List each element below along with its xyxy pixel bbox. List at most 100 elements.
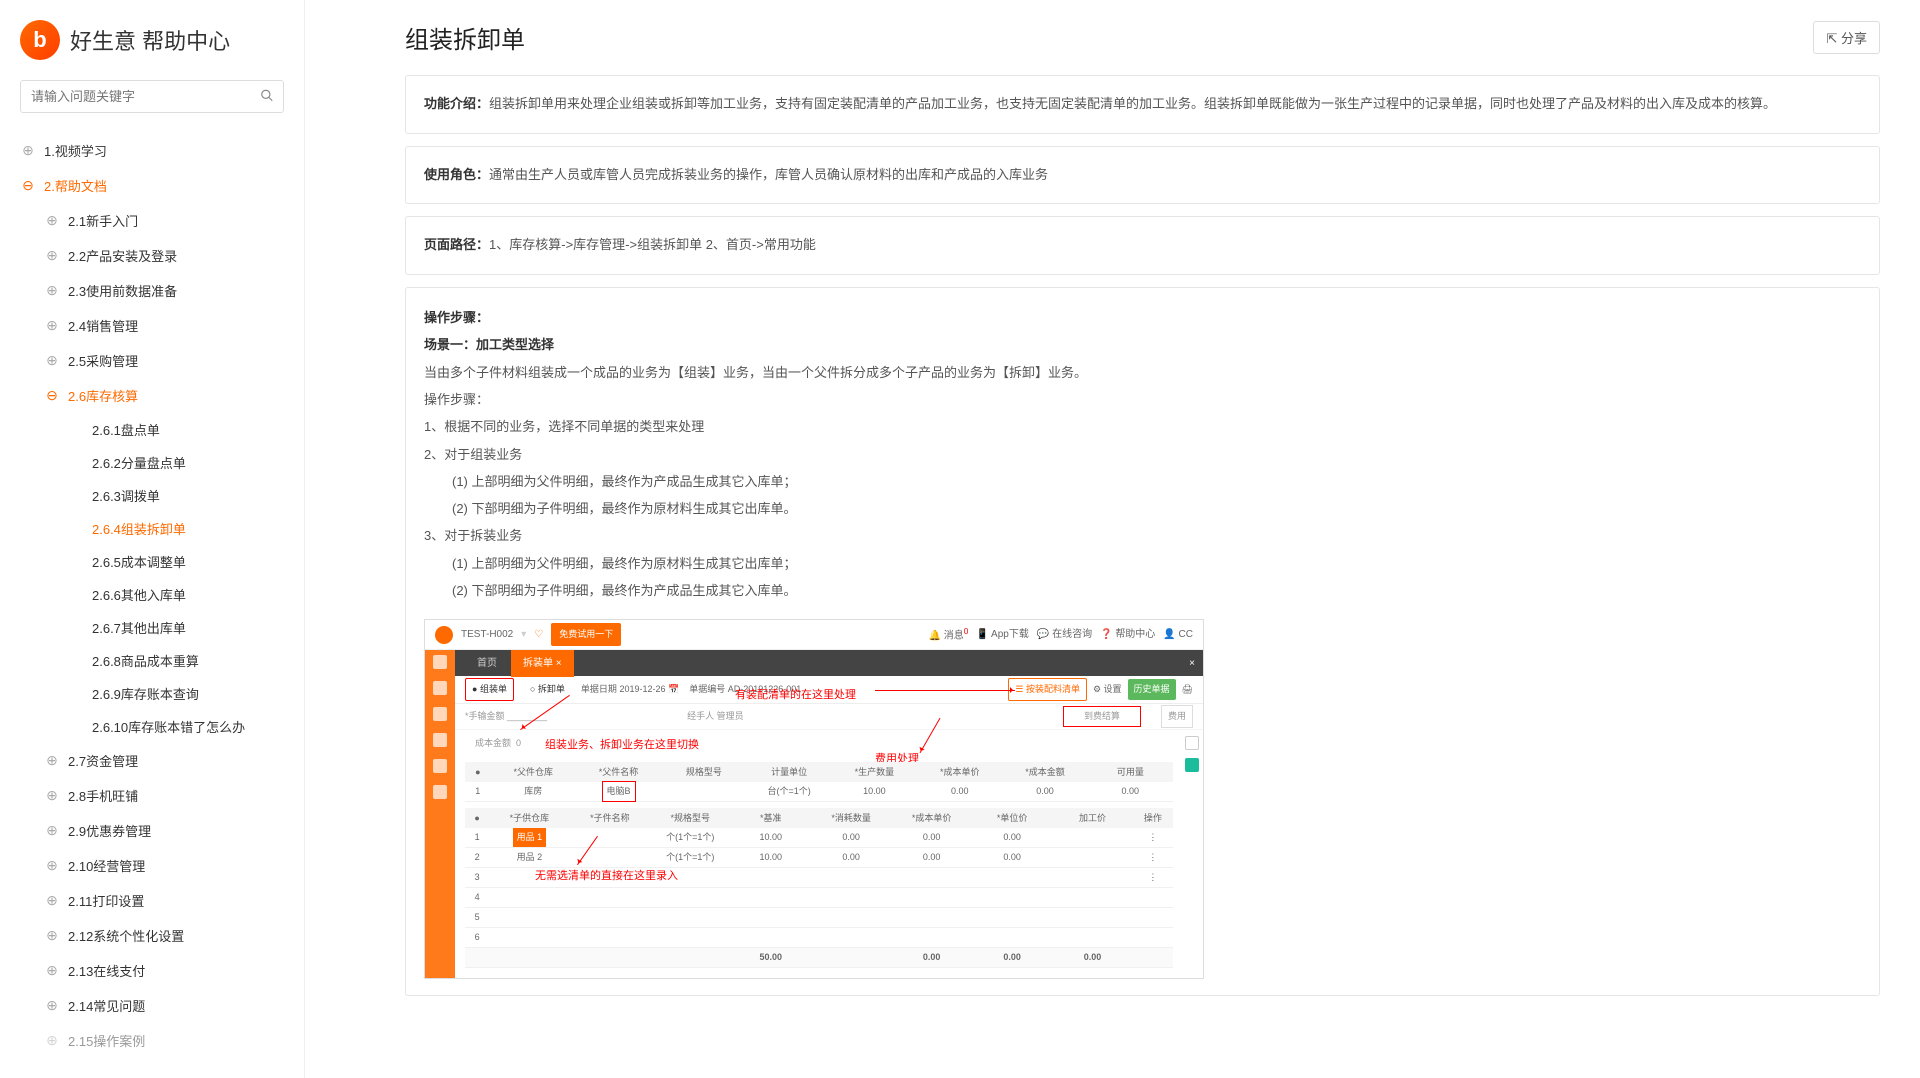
page-title: 组装拆卸单: [405, 20, 525, 55]
ss-nav-icon: [433, 733, 447, 747]
plus-icon: ⊕: [44, 1033, 60, 1049]
ss-fee-field: 到费结算: [1063, 706, 1141, 727]
share-button[interactable]: ⇱ 分享: [1813, 21, 1880, 54]
ss-logo-icon: [435, 626, 453, 644]
plus-icon: ⊕: [44, 998, 60, 1014]
nav-2-10[interactable]: ⊕2.10经营管理: [44, 848, 284, 883]
intro-text: 组装拆卸单用来处理企业组装或拆卸等加工业务，支持有固定装配清单的产品加工业务，也…: [489, 96, 1776, 111]
plus-icon: ⊕: [44, 283, 60, 299]
ss-tab-form: 拆装单 ×: [511, 650, 574, 677]
plus-icon: ⊕: [20, 143, 36, 159]
ss-nav-icon: [433, 785, 447, 799]
nav-2-12[interactable]: ⊕2.12系统个性化设置: [44, 918, 284, 953]
role-label: 使用角色：: [424, 167, 489, 182]
nav-2-4[interactable]: ⊕2.4销售管理: [44, 308, 284, 343]
steps-sub: 操作步骤：: [424, 386, 1861, 413]
intro-label: 功能介绍：: [424, 96, 489, 111]
ss-bom-button: ☰ 按装配料清单: [1008, 678, 1087, 701]
ss-tool-icon: [1185, 758, 1199, 772]
plus-icon: ⊕: [44, 823, 60, 839]
step-3b: (2) 下部明细为子件明细，最终作为产成品生成其它入库单。: [424, 577, 1861, 604]
logo: b 好生意 帮助中心: [20, 20, 284, 60]
nav-2-9[interactable]: ⊕2.9优惠券管理: [44, 813, 284, 848]
step-3a: (1) 上部明细为父件明细，最终作为原材料生成其它出库单；: [424, 550, 1861, 577]
search-icon[interactable]: [260, 88, 274, 105]
path-text: 1、库存核算->库存管理->组装拆卸单 2、首页->常用功能: [489, 237, 816, 252]
ss-nav-icon: [433, 681, 447, 695]
nav-2-6[interactable]: ⊖2.6库存核算: [44, 378, 284, 413]
ss-trial-button: 免费试用一下: [551, 623, 621, 646]
intro-box: 功能介绍：组装拆卸单用来处理企业组装或拆卸等加工业务，支持有固定装配清单的产品加…: [405, 75, 1880, 134]
ss-opt-assemble: ● 组装单: [465, 678, 514, 701]
ss-company: TEST-H002: [461, 624, 513, 645]
nav-2-1[interactable]: ⊕2.1新手入门: [44, 203, 284, 238]
scene1-heading: 场景一：加工类型选择: [424, 331, 1861, 358]
content: 组装拆卸单 ⇱ 分享 功能介绍：组装拆卸单用来处理企业组装或拆卸等加工业务，支持…: [305, 0, 1920, 1078]
nav-2-6-10[interactable]: 2.6.10库存账本错了怎么办: [92, 710, 284, 743]
nav-2-8[interactable]: ⊕2.8手机旺铺: [44, 778, 284, 813]
ss-left-nav: [425, 650, 455, 978]
nav-2-6-4[interactable]: 2.6.4组装拆卸单: [92, 512, 284, 545]
minus-icon: ⊖: [20, 178, 36, 194]
scene1-desc: 当由多个子件材料组装成一个成品的业务为【组装】业务，当由一个父件拆分成多个子产品…: [424, 359, 1861, 386]
sidebar: b 好生意 帮助中心 ⊕1.视频学习 ⊖2.帮助文档 ⊕2.1新手入门 ⊕2.2…: [0, 0, 305, 1078]
ss-right-tools: [1181, 676, 1203, 978]
search-box: [20, 80, 284, 113]
search-input[interactable]: [20, 80, 284, 113]
ss-history-button: 历史单据: [1128, 679, 1176, 700]
plus-icon: ⊕: [44, 753, 60, 769]
plus-icon: ⊕: [44, 963, 60, 979]
plus-icon: ⊕: [44, 858, 60, 874]
nav-2-3[interactable]: ⊕2.3使用前数据准备: [44, 273, 284, 308]
nav-video[interactable]: ⊕1.视频学习: [20, 133, 284, 168]
path-box: 页面路径：1、库存核算->库存管理->组装拆卸单 2、首页->常用功能: [405, 216, 1880, 275]
steps-heading: 操作步骤：: [424, 304, 1861, 331]
example-screenshot: TEST-H002 ▾ ♡ 免费试用一下 🔔 消息0 📱 App下载 💬 在线咨…: [424, 619, 1204, 979]
ss-anno-noinput: 无需选清单的直接在这里录入: [535, 865, 678, 888]
plus-icon: ⊕: [44, 318, 60, 334]
ss-tool-icon: [1185, 736, 1199, 750]
share-icon: ⇱: [1826, 31, 1837, 46]
ss-nav-icon: [433, 655, 447, 669]
ss-anno-switch: 组装业务、拆卸业务在这里切换: [545, 734, 699, 757]
nav-2-6-9[interactable]: 2.6.9库存账本查询: [92, 677, 284, 710]
step-3: 3、对于拆装业务: [424, 522, 1861, 549]
step-2: 2、对于组装业务: [424, 441, 1861, 468]
logo-icon: b: [20, 20, 60, 60]
nav-2-14[interactable]: ⊕2.14常见问题: [44, 988, 284, 1023]
ss-nav-icon: [433, 759, 447, 773]
step-2b: (2) 下部明细为子件明细，最终作为原材料生成其它出库单。: [424, 495, 1861, 522]
plus-icon: ⊕: [44, 928, 60, 944]
role-box: 使用角色：通常由生产人员或库管人员完成拆装业务的操作，库管人员确认原材料的出库和…: [405, 146, 1880, 205]
nav-2-6-2[interactable]: 2.6.2分量盘点单: [92, 446, 284, 479]
plus-icon: ⊕: [44, 893, 60, 909]
nav-2-6-5[interactable]: 2.6.5成本调整单: [92, 545, 284, 578]
nav-2-11[interactable]: ⊕2.11打印设置: [44, 883, 284, 918]
path-label: 页面路径：: [424, 237, 489, 252]
nav-2-6-8[interactable]: 2.6.8商品成本重算: [92, 644, 284, 677]
logo-text: 好生意 帮助中心: [70, 24, 230, 56]
plus-icon: ⊕: [44, 213, 60, 229]
step-1: 1、根据不同的业务，选择不同单据的类型来处理: [424, 413, 1861, 440]
nav-2-5[interactable]: ⊕2.5采购管理: [44, 343, 284, 378]
plus-icon: ⊕: [44, 248, 60, 264]
share-label: 分享: [1841, 31, 1867, 46]
role-text: 通常由生产人员或库管人员完成拆装业务的操作，库管人员确认原材料的出库和产成品的入…: [489, 167, 1048, 182]
nav-2-6-6[interactable]: 2.6.6其他入库单: [92, 578, 284, 611]
nav-docs[interactable]: ⊖2.帮助文档: [20, 168, 284, 203]
plus-icon: ⊕: [44, 788, 60, 804]
step-2a: (1) 上部明细为父件明细，最终作为产成品生成其它入库单；: [424, 468, 1861, 495]
steps-block: 操作步骤： 场景一：加工类型选择 当由多个子件材料组装成一个成品的业务为【组装】…: [405, 287, 1880, 996]
ss-nav-icon: [433, 707, 447, 721]
ss-anno-bom: 有装配清单的在这里处理: [735, 684, 856, 707]
nav-2-13[interactable]: ⊕2.13在线支付: [44, 953, 284, 988]
nav-2-2[interactable]: ⊕2.2产品安装及登录: [44, 238, 284, 273]
ss-tab-home: 首页: [465, 650, 509, 677]
nav-2-15[interactable]: ⊕2.15操作案例: [44, 1023, 284, 1058]
minus-icon: ⊖: [44, 388, 60, 404]
nav-2-6-3[interactable]: 2.6.3调拨单: [92, 479, 284, 512]
nav-2-6-1[interactable]: 2.6.1盘点单: [92, 413, 284, 446]
nav-2-7[interactable]: ⊕2.7资金管理: [44, 743, 284, 778]
nav-2-6-7[interactable]: 2.6.7其他出库单: [92, 611, 284, 644]
plus-icon: ⊕: [44, 353, 60, 369]
